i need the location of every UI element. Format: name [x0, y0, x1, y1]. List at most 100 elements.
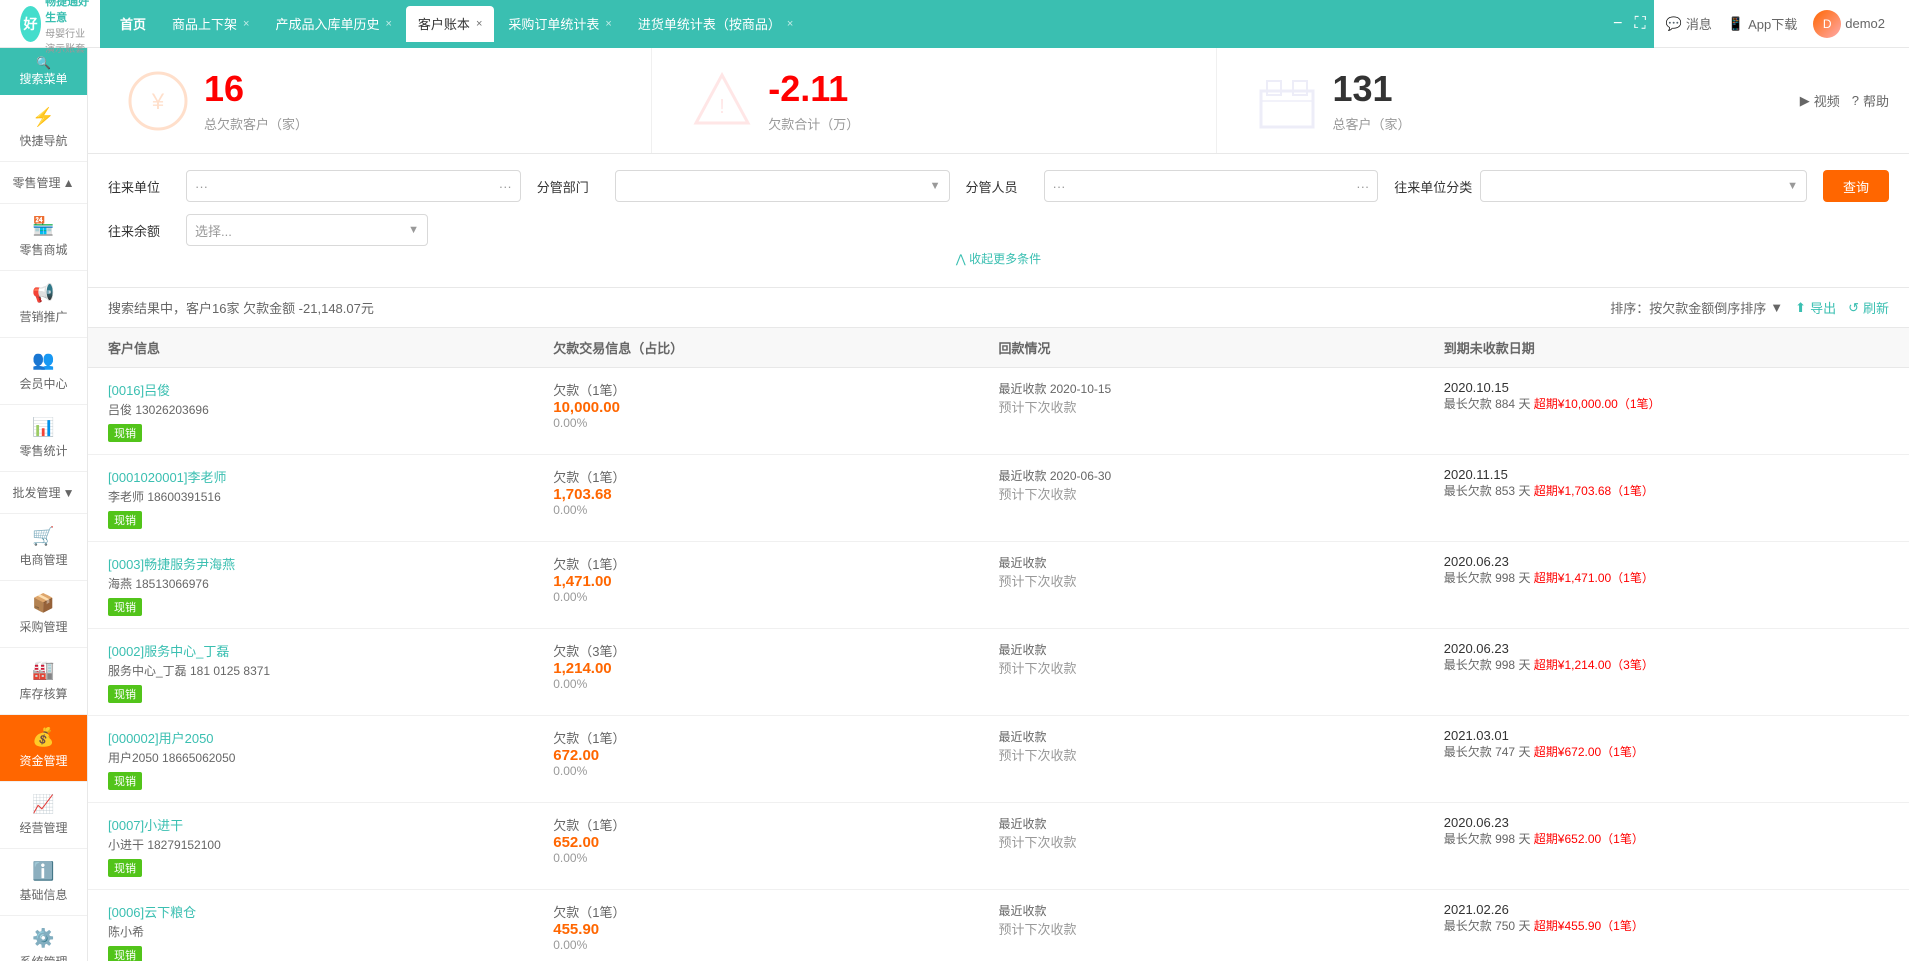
system-icon: ⚙️	[32, 928, 54, 949]
col-arrear-info: 欠款交易信息（占比）	[553, 338, 998, 357]
customer-name-link[interactable]: [0001020001]李老师	[108, 470, 227, 485]
arrear-count: 欠款（3笔）	[553, 641, 998, 660]
tab-close-2[interactable]: ×	[385, 18, 391, 30]
sidebar-item-retail-stat[interactable]: 📊 零售统计	[0, 405, 87, 472]
overdue-link[interactable]: 超期¥455.90（1笔）	[1534, 919, 1644, 933]
tab-goods-stat[interactable]: 进货单统计表（按商品） ×	[626, 6, 805, 42]
help-btn[interactable]: ? 帮助	[1852, 91, 1889, 110]
video-help-btn[interactable]: ▶ 视频	[1800, 91, 1840, 110]
customer-name-link[interactable]: [0016]吕俊	[108, 383, 170, 398]
sidebar-item-member[interactable]: 👥 会员中心	[0, 338, 87, 405]
tab-production-history[interactable]: 产成品入库单历史 ×	[263, 6, 403, 42]
sidebar-item-ecommerce[interactable]: 🛒 电商管理	[0, 514, 87, 581]
collapse-filter-btn[interactable]: ⋀ 收起更多条件	[108, 246, 1889, 271]
sidebar-search[interactable]: 🔍 搜索菜单	[0, 48, 87, 95]
arrear-ratio: 0.00%	[553, 851, 998, 865]
customer-name-link[interactable]: [0003]畅捷服务尹海燕	[108, 557, 235, 572]
filter-group-dept: 分管部门 ▼	[537, 170, 950, 202]
tab-close-1[interactable]: ×	[243, 18, 249, 30]
recovery-last: 最近收款	[999, 902, 1444, 919]
arrear-count: 欠款（1笔）	[553, 467, 998, 486]
arrear-amount: 1,214.00	[553, 660, 998, 677]
overdue-link[interactable]: 超期¥1,471.00（1笔）	[1534, 571, 1654, 585]
ecommerce-icon: 🛒	[32, 526, 54, 547]
app-logo: 好	[20, 6, 41, 42]
recovery-cell: 最近收款 预计下次收款	[999, 815, 1444, 851]
sidebar-item-nav[interactable]: ⚡ 快捷导航	[0, 95, 87, 162]
filter-label-dept: 分管部门	[537, 177, 607, 196]
nav-icon: ⚡	[32, 107, 54, 128]
overdue-link[interactable]: 超期¥1,703.68（1笔）	[1534, 484, 1654, 498]
sidebar-item-system[interactable]: ⚙️ 系统管理	[0, 916, 87, 961]
filter-manager-dots: ···	[1053, 179, 1066, 194]
table-row: [0001020001]李老师 李老师 18600391516 现销 欠款（1笔…	[88, 455, 1909, 542]
tab-close-4[interactable]: ×	[605, 18, 611, 30]
customer-name-link[interactable]: [0002]服务中心_丁磊	[108, 644, 229, 659]
customer-info-cell: [0006]云下粮仓 陈小希 现销	[108, 902, 553, 961]
sidebar: 🔍 搜索菜单 ⚡ 快捷导航 零售管理 ▲ 🏪 零售商城 📢 营销推广 👥 会员中…	[0, 48, 88, 961]
sidebar-item-basic-info[interactable]: ℹ️ 基础信息	[0, 849, 87, 916]
maximize-btn[interactable]: ⛶	[1635, 15, 1646, 33]
debt-icon: ¥	[128, 71, 188, 131]
app-download-btn[interactable]: 📱 App下载	[1728, 14, 1797, 33]
overdue-link[interactable]: 超期¥672.00（1笔）	[1534, 745, 1644, 759]
top-right-area: 💬 消息 📱 App下载 D demo2	[1654, 10, 1897, 38]
tab-close-3[interactable]: ×	[476, 18, 482, 30]
filter-input-vendor[interactable]: ···	[186, 170, 521, 202]
filter-select-category[interactable]: ▼	[1480, 170, 1807, 202]
filter-label-manager: 分管人员	[966, 177, 1036, 196]
stat-val-debt-total: -2.11	[768, 68, 859, 110]
collapse-icon: ⋀	[956, 252, 966, 266]
arrear-ratio: 0.00%	[553, 590, 998, 604]
tab-goods-listing[interactable]: 商品上下架 ×	[160, 6, 261, 42]
sidebar-item-purchase[interactable]: 📦 采购管理	[0, 581, 87, 648]
overdue-link[interactable]: 超期¥10,000.00（1笔）	[1534, 397, 1661, 411]
stat-label-debt-total: 欠款合计（万）	[768, 114, 859, 133]
tab-purchase-stat[interactable]: 采购订单统计表 ×	[496, 6, 623, 42]
arrear-count: 欠款（1笔）	[553, 728, 998, 747]
export-button[interactable]: ⬆ 导出	[1795, 298, 1836, 317]
recovery-cell: 最近收款 预计下次收款	[999, 902, 1444, 938]
overdue-link[interactable]: 超期¥652.00（1笔）	[1534, 832, 1644, 846]
customer-name-link[interactable]: [0006]云下粮仓	[108, 905, 196, 920]
arrear-count: 欠款（1笔）	[553, 380, 998, 399]
customer-name-link[interactable]: [000002]用户2050	[108, 731, 214, 746]
sidebar-item-finance[interactable]: 💰 资金管理	[0, 715, 87, 782]
recovery-next: 预计下次收款	[999, 397, 1444, 416]
filter-input-manager[interactable]: ···	[1044, 170, 1379, 202]
due-date: 2020.10.15	[1444, 380, 1889, 395]
customer-name-link[interactable]: [0007]小进干	[108, 818, 183, 833]
sort-button[interactable]: 排序：按欠款金额倒序排序 ▼	[1610, 298, 1783, 317]
sidebar-item-marketing[interactable]: 📢 营销推广	[0, 271, 87, 338]
filter-select-dept[interactable]: ▼	[615, 170, 950, 202]
overdue-link[interactable]: 超期¥1,214.00（3笔）	[1534, 658, 1654, 672]
tab-home[interactable]: 首页	[108, 6, 158, 42]
tab-customer-ledger[interactable]: 客户账本 ×	[406, 6, 494, 42]
recovery-cell: 最近收款 预计下次收款	[999, 641, 1444, 677]
recovery-next: 预计下次收款	[999, 919, 1444, 938]
sidebar-item-retail-mall[interactable]: 🏪 零售商城	[0, 204, 87, 271]
expand-icon-retail: ▲	[63, 176, 75, 190]
due-detail: 最长欠款 884 天 超期¥10,000.00（1笔）	[1444, 395, 1889, 412]
arrear-info-cell: 欠款（1笔） 672.00 0.00%	[553, 728, 998, 778]
arrear-ratio: 0.00%	[553, 503, 998, 517]
user-avatar-btn[interactable]: D demo2	[1813, 10, 1885, 38]
sidebar-item-operations[interactable]: 📈 经营管理	[0, 782, 87, 849]
message-btn[interactable]: 💬 消息	[1666, 14, 1712, 33]
sidebar-item-inventory[interactable]: 🏭 库存核算	[0, 648, 87, 715]
avatar: D	[1813, 10, 1841, 38]
table-row: [0002]服务中心_丁磊 服务中心_丁磊 181 0125 8371 现销 欠…	[88, 629, 1909, 716]
due-cell: 2021.02.26 最长欠款 750 天 超期¥455.90（1笔）	[1444, 902, 1889, 934]
minimize-btn[interactable]: −	[1613, 15, 1622, 33]
member-icon: 👥	[32, 350, 54, 371]
mall-icon: 🏪	[32, 216, 54, 237]
sidebar-item-wholesale[interactable]: 批发管理 ▼	[0, 472, 87, 514]
sidebar-item-retail-mgmt[interactable]: 零售管理 ▲	[0, 162, 87, 204]
tab-close-5[interactable]: ×	[787, 18, 793, 30]
filter-select-balance[interactable]: 选择... ▼	[186, 214, 428, 246]
arrear-amount: 10,000.00	[553, 399, 998, 416]
total-customers-icon	[1257, 71, 1317, 131]
refresh-button[interactable]: ↺ 刷新	[1848, 298, 1889, 317]
stat-card-debt-customers: ¥ 16 总欠款客户（家）	[88, 48, 652, 153]
search-button[interactable]: 查询	[1823, 170, 1889, 202]
